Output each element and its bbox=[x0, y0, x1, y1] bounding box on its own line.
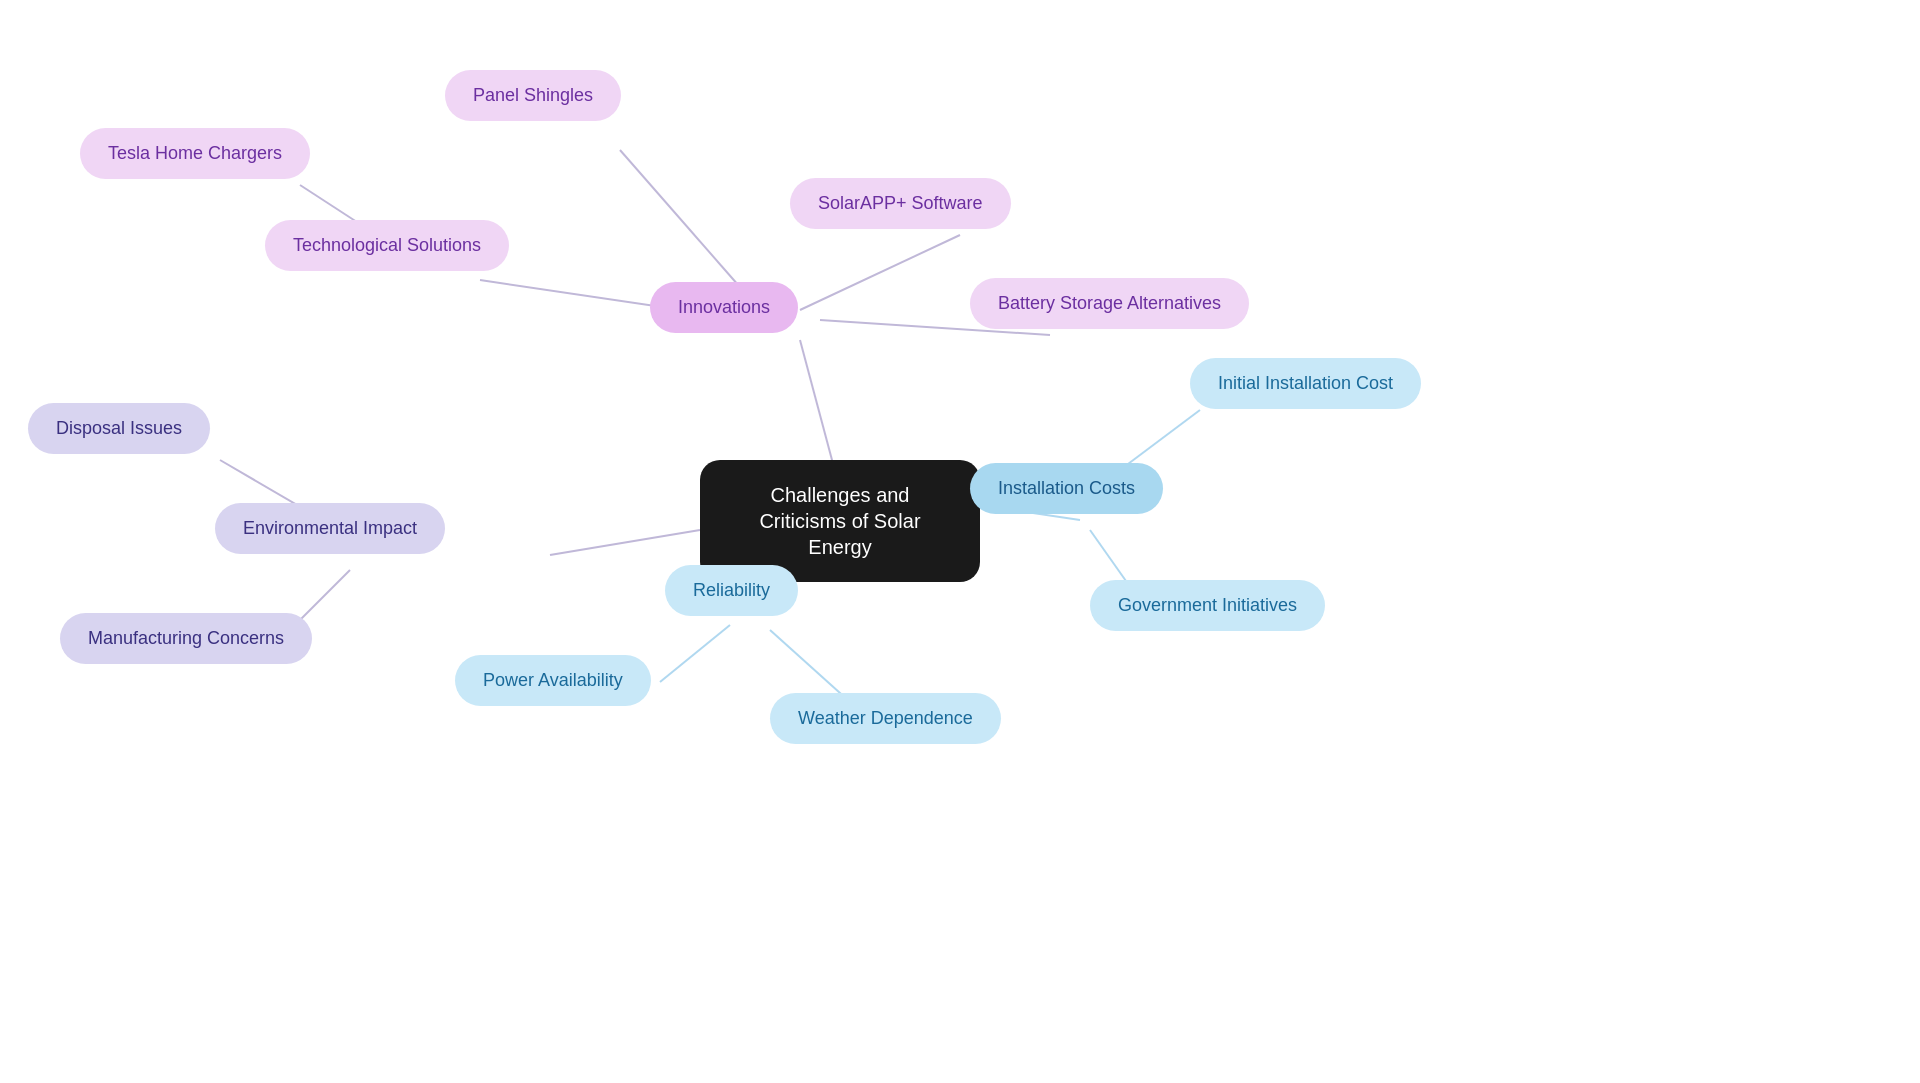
weather-dependence-node[interactable]: Weather Dependence bbox=[770, 693, 1001, 744]
tesla-home-chargers-node[interactable]: Tesla Home Chargers bbox=[80, 128, 310, 179]
power-availability-node[interactable]: Power Availability bbox=[455, 655, 651, 706]
svg-line-13 bbox=[660, 625, 730, 682]
solarapp-software-node[interactable]: SolarAPP+ Software bbox=[790, 178, 1011, 229]
mindmap-container: Challenges and Criticisms of Solar Energ… bbox=[0, 0, 1920, 1083]
svg-line-6 bbox=[550, 530, 700, 555]
government-initiatives-node[interactable]: Government Initiatives bbox=[1090, 580, 1325, 631]
reliability-node[interactable]: Reliability bbox=[665, 565, 798, 616]
manufacturing-concerns-node[interactable]: Manufacturing Concerns bbox=[60, 613, 312, 664]
initial-installation-cost-node[interactable]: Initial Installation Cost bbox=[1190, 358, 1421, 409]
installation-costs-node[interactable]: Installation Costs bbox=[970, 463, 1163, 514]
center-node[interactable]: Challenges and Criticisms of Solar Energ… bbox=[700, 460, 980, 582]
technological-solutions-node[interactable]: Technological Solutions bbox=[265, 220, 509, 271]
environmental-impact-node[interactable]: Environmental Impact bbox=[215, 503, 445, 554]
svg-line-3 bbox=[800, 235, 960, 310]
battery-storage-node[interactable]: Battery Storage Alternatives bbox=[970, 278, 1249, 329]
panel-shingles-node[interactable]: Panel Shingles bbox=[445, 70, 621, 121]
innovations-node[interactable]: Innovations bbox=[650, 282, 798, 333]
disposal-issues-node[interactable]: Disposal Issues bbox=[28, 403, 210, 454]
